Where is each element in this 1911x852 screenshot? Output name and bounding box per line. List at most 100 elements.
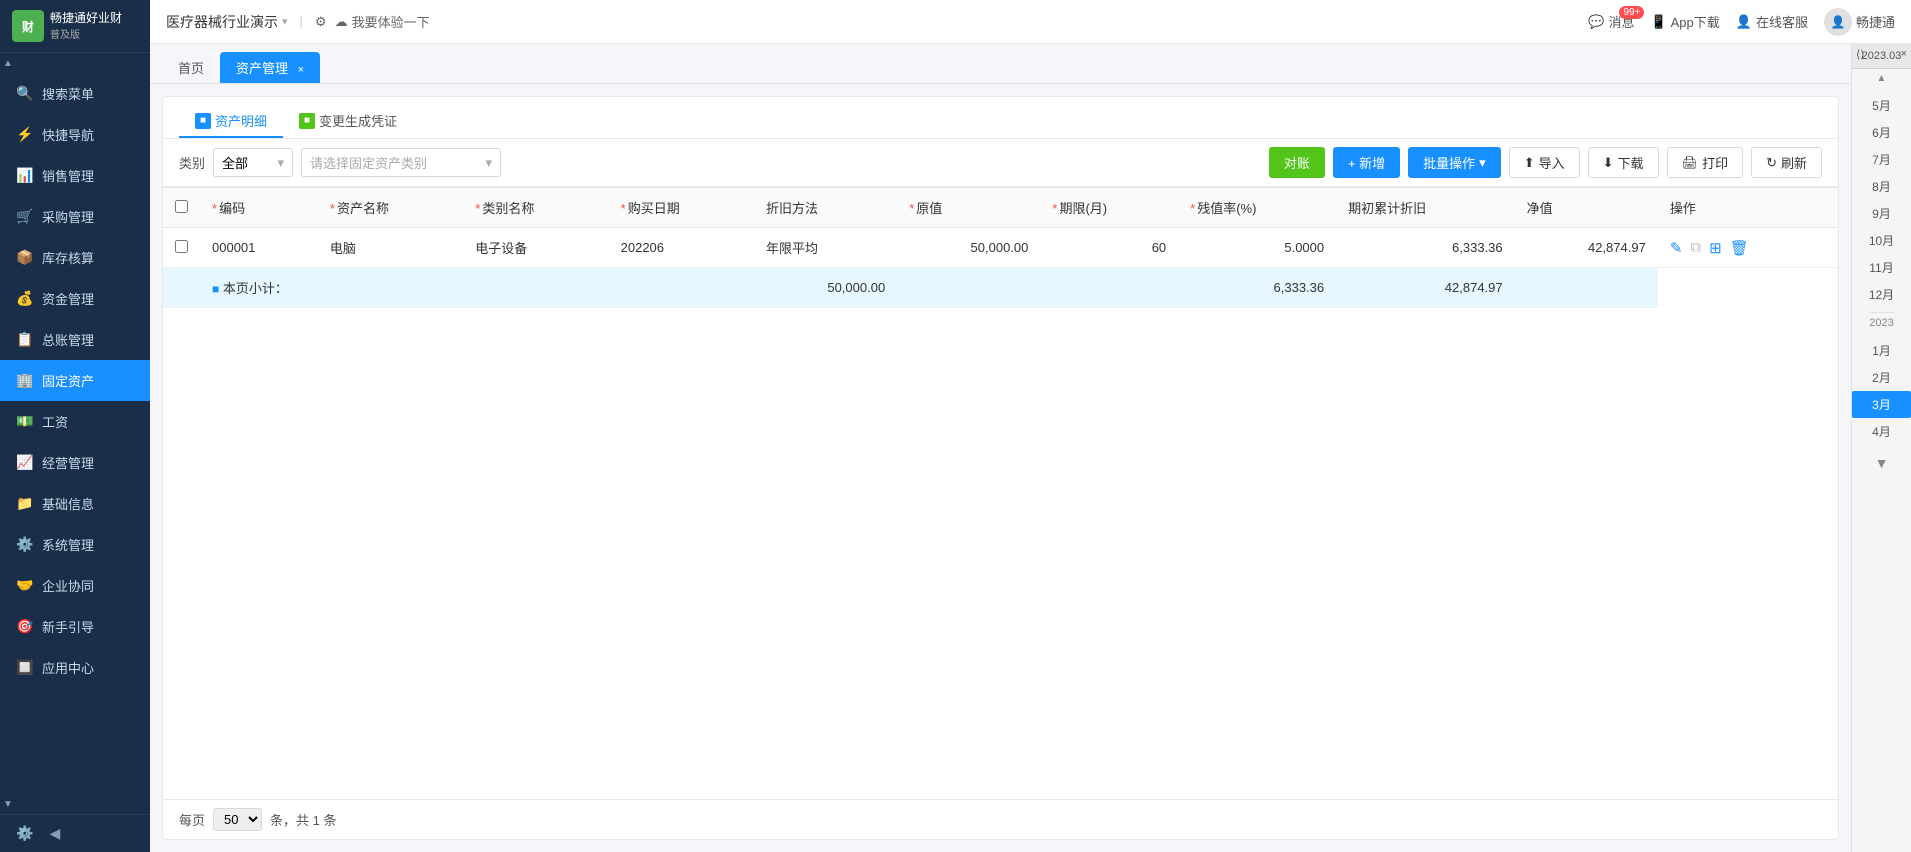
cell-category: 电子设备 (463, 228, 608, 268)
select-all-checkbox[interactable] (175, 200, 188, 213)
ledger-button[interactable]: 对账 (1269, 147, 1325, 178)
sub-tab-asset-detail[interactable]: ■ 资产明细 (179, 105, 283, 138)
expand-icon[interactable]: ⟨⟩ (1856, 48, 1865, 61)
header-checkbox[interactable] (163, 188, 200, 228)
asset-detail-icon: ■ (195, 113, 211, 129)
category-select[interactable]: 全部 ▾ (213, 148, 293, 177)
sidebar-item-basic-info[interactable]: 📁 基础信息 (0, 483, 150, 524)
dropdown-icon: ▾ (277, 155, 284, 171)
sidebar-item-fixed-assets[interactable]: 🏢 固定资产 (0, 360, 150, 401)
subtotal-actions (1515, 268, 1658, 308)
subtotal-residual-rate (1040, 268, 1178, 308)
per-page-select[interactable]: 50 (213, 808, 262, 831)
month-nov[interactable]: 11月 (1852, 254, 1911, 281)
sidebar-item-label: 销售管理 (42, 166, 94, 185)
new-button[interactable]: + 新增 (1333, 147, 1400, 178)
sub-tab-voucher-change[interactable]: ■ 变更生成凭证 (283, 105, 413, 138)
settings-button[interactable]: ⚙ (315, 14, 327, 30)
col-depreciation-method: 折旧方法 (754, 188, 897, 228)
sub-tabs: ■ 资产明细 ■ 变更生成凭证 (163, 97, 1838, 139)
edit-icon[interactable]: ✎ (1670, 239, 1683, 257)
logo-text: 畅捷通好业财 (50, 11, 122, 27)
month-feb[interactable]: 2月 (1852, 364, 1911, 391)
sidebar-item-guide[interactable]: 🎯 新手引导 (0, 606, 150, 647)
sidebar-item-sales[interactable]: 📊 销售管理 (0, 155, 150, 196)
messages-button[interactable]: 💬 消息 99+ (1588, 12, 1634, 31)
subtotal-checkbox-cell (163, 268, 200, 308)
delete-icon[interactable]: 🗑 (1730, 239, 1749, 257)
close-icon[interactable]: × (1901, 48, 1907, 60)
tab-label: 资产管理 (236, 61, 288, 76)
print-button[interactable]: 🖨 打印 (1667, 147, 1744, 178)
download-icon: ⬇ (1603, 155, 1614, 171)
tab-home[interactable]: 首页 (166, 52, 216, 83)
search-icon: 🔍 (16, 85, 34, 102)
subtotal-label-cell: ■ 本页小计： (200, 268, 754, 308)
tab-nav: 首页 资产管理 × (150, 44, 1851, 84)
refresh-button[interactable]: ↻ 刷新 (1751, 147, 1822, 178)
action-icons: ✎ ⧉ ⊞ 🗑 (1670, 239, 1826, 257)
tab-asset-management[interactable]: 资产管理 × (220, 52, 320, 83)
company-selector[interactable]: 医疗器械行业演示 ▾ (166, 12, 288, 32)
row-checkbox[interactable] (175, 240, 188, 253)
copy-icon[interactable]: ⧉ (1690, 239, 1701, 256)
sidebar-item-purchase[interactable]: 🛒 采购管理 (0, 196, 150, 237)
sidebar-item-quick-nav[interactable]: ⚡ 快捷导航 (0, 114, 150, 155)
month-jan[interactable]: 1月 (1852, 337, 1911, 364)
cell-code: 000001 (200, 228, 318, 268)
user-button[interactable]: 👤 畅捷通 (1824, 8, 1895, 36)
sidebar-item-funds[interactable]: 💰 资金管理 (0, 278, 150, 319)
experience-button[interactable]: ☁ 我要体验一下 (335, 12, 430, 31)
online-service-button[interactable]: 👤 在线客服 (1736, 12, 1808, 31)
month-jul[interactable]: 7月 (1852, 146, 1911, 173)
box-icon: 📦 (16, 249, 34, 266)
calendar-scroll-up[interactable]: ▲ (1852, 69, 1911, 88)
company-name: 医疗器械行业演示 (166, 12, 278, 32)
calendar-year-month: 2023.03 (1862, 50, 1902, 62)
import-icon: ⬆ (1524, 155, 1535, 171)
sidebar-scroll-up[interactable]: ▲ (1, 56, 15, 71)
sidebar-scroll-down[interactable]: ▼ (1, 797, 15, 812)
sidebar-item-search[interactable]: 🔍 搜索菜单 (0, 73, 150, 114)
month-may[interactable]: 5月 (1852, 92, 1911, 119)
app-download-button[interactable]: 📱 App下载 (1650, 12, 1719, 31)
col-initial-depreciation: 期初累计折旧 (1336, 188, 1515, 228)
sidebar-item-label: 工资 (42, 412, 68, 431)
category-detail-select[interactable]: 请选择固定资产类别 ▾ (301, 148, 501, 177)
tab-close-icon[interactable]: × (298, 64, 304, 76)
sidebar-item-inventory[interactable]: 📦 库存核算 (0, 237, 150, 278)
total-label: 条，共 1 条 (270, 810, 336, 829)
sidebar-item-ledger[interactable]: 📋 总账管理 (0, 319, 150, 360)
month-jun[interactable]: 6月 (1852, 119, 1911, 146)
filter-area: 类别 全部 ▾ 请选择固定资产类别 ▾ (179, 148, 501, 177)
month-dec[interactable]: 12月 (1852, 281, 1911, 308)
sidebar-item-app-center[interactable]: 🔲 应用中心 (0, 647, 150, 688)
import-button[interactable]: ⬆ 导入 (1509, 147, 1580, 178)
inner-content: ■ 资产明细 ■ 变更生成凭证 类别 全部 ▾ (162, 96, 1839, 840)
cell-depreciation-method: 年限平均 (754, 228, 897, 268)
month-sep[interactable]: 9月 (1852, 200, 1911, 227)
duplicate-icon[interactable]: ⊞ (1709, 239, 1722, 257)
sidebar-logo: 财 畅捷通好业财 普及版 (0, 0, 150, 53)
sidebar-item-system[interactable]: ⚙️ 系统管理 (0, 524, 150, 565)
ledger-label: 对账 (1284, 153, 1310, 172)
sidebar-item-operations[interactable]: 📈 经营管理 (0, 442, 150, 483)
year-label: 2023 (1869, 312, 1893, 333)
download-button[interactable]: ⬇ 下载 (1588, 147, 1659, 178)
table-header-row: *编码 *资产名称 *类别名称 *购买日期 (163, 188, 1838, 228)
month-aug[interactable]: 8月 (1852, 173, 1911, 200)
sidebar-item-enterprise[interactable]: 🤝 企业协同 (0, 565, 150, 606)
sidebar-item-label: 系统管理 (42, 535, 94, 554)
settings-icon[interactable]: ⚙️ (16, 825, 33, 842)
import-label: 导入 (1539, 153, 1565, 172)
month-oct[interactable]: 10月 (1852, 227, 1911, 254)
subtotal-label: 本页小计： (223, 281, 288, 296)
sidebar-item-payroll[interactable]: 💵 工资 (0, 401, 150, 442)
category-value: 全部 (222, 153, 248, 172)
month-mar-current[interactable]: 3月 (1852, 391, 1911, 418)
collapse-icon[interactable]: ◀ (49, 825, 60, 842)
calendar-scroll-down[interactable]: ▼ (1852, 449, 1911, 477)
month-apr[interactable]: 4月 (1852, 418, 1911, 445)
batch-button[interactable]: 批量操作 ▾ (1408, 147, 1501, 178)
row-checkbox-cell[interactable] (163, 228, 200, 268)
